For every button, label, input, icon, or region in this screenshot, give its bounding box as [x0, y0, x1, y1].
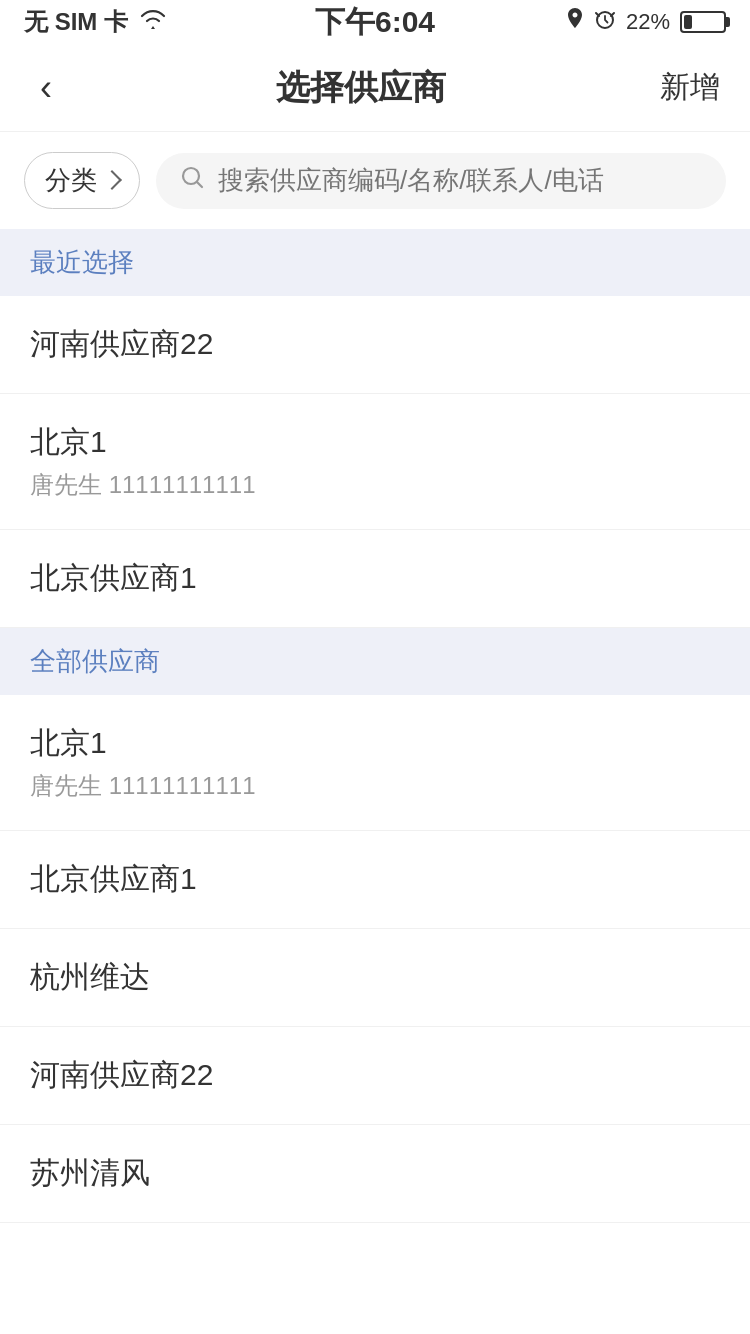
- list-item[interactable]: 河南供应商22: [0, 1027, 750, 1125]
- time-display: 下午6:04: [315, 2, 435, 43]
- status-bar: 无 SIM 卡 下午6:04 22%: [0, 0, 750, 44]
- list-item[interactable]: 苏州清风: [0, 1125, 750, 1223]
- category-label: 分类: [45, 163, 97, 198]
- search-input[interactable]: [218, 165, 702, 196]
- section-header-all: 全部供应商: [0, 628, 750, 695]
- carrier-label: 无 SIM 卡: [24, 6, 128, 38]
- status-left: 无 SIM 卡: [24, 6, 168, 38]
- chevron-right-icon: [102, 170, 122, 190]
- battery-icon: [680, 11, 726, 33]
- item-name: 北京供应商1: [30, 558, 720, 599]
- list-item[interactable]: 北京1 唐先生 11111111111: [0, 695, 750, 831]
- item-name: 苏州清风: [30, 1153, 720, 1194]
- supplier-list: 最近选择河南供应商22 北京1 唐先生 11111111111 北京供应商1 全部供应商…: [0, 229, 750, 1223]
- item-name: 杭州维达: [30, 957, 720, 998]
- list-item[interactable]: 北京供应商1: [0, 530, 750, 628]
- item-name: 北京供应商1: [30, 859, 720, 900]
- item-contact: 唐先生 11111111111: [30, 469, 720, 501]
- battery-percentage: 22%: [626, 9, 670, 35]
- item-contact: 唐先生 11111111111: [30, 770, 720, 802]
- filter-bar: 分类: [0, 132, 750, 229]
- section-label-all: 全部供应商: [30, 646, 160, 676]
- location-icon: [566, 8, 584, 36]
- item-name: 北京1: [30, 422, 720, 463]
- page-title: 选择供应商: [276, 65, 446, 111]
- add-button[interactable]: 新增: [660, 67, 720, 108]
- nav-bar: ‹ 选择供应商 新增: [0, 44, 750, 132]
- back-button[interactable]: ‹: [30, 57, 62, 119]
- item-name: 河南供应商22: [30, 324, 720, 365]
- list-item[interactable]: 北京供应商1: [0, 831, 750, 929]
- alarm-icon: [594, 8, 616, 36]
- section-header-recent: 最近选择: [0, 229, 750, 296]
- wifi-icon: [138, 8, 168, 36]
- section-label-recent: 最近选择: [30, 247, 134, 277]
- list-item[interactable]: 河南供应商22: [0, 296, 750, 394]
- category-filter-button[interactable]: 分类: [24, 152, 140, 209]
- item-name: 北京1: [30, 723, 720, 764]
- item-name: 河南供应商22: [30, 1055, 720, 1096]
- list-item[interactable]: 杭州维达: [0, 929, 750, 1027]
- list-item[interactable]: 北京1 唐先生 11111111111: [0, 394, 750, 530]
- search-icon: [180, 165, 206, 197]
- search-box[interactable]: [156, 153, 726, 209]
- status-right: 22%: [566, 8, 726, 36]
